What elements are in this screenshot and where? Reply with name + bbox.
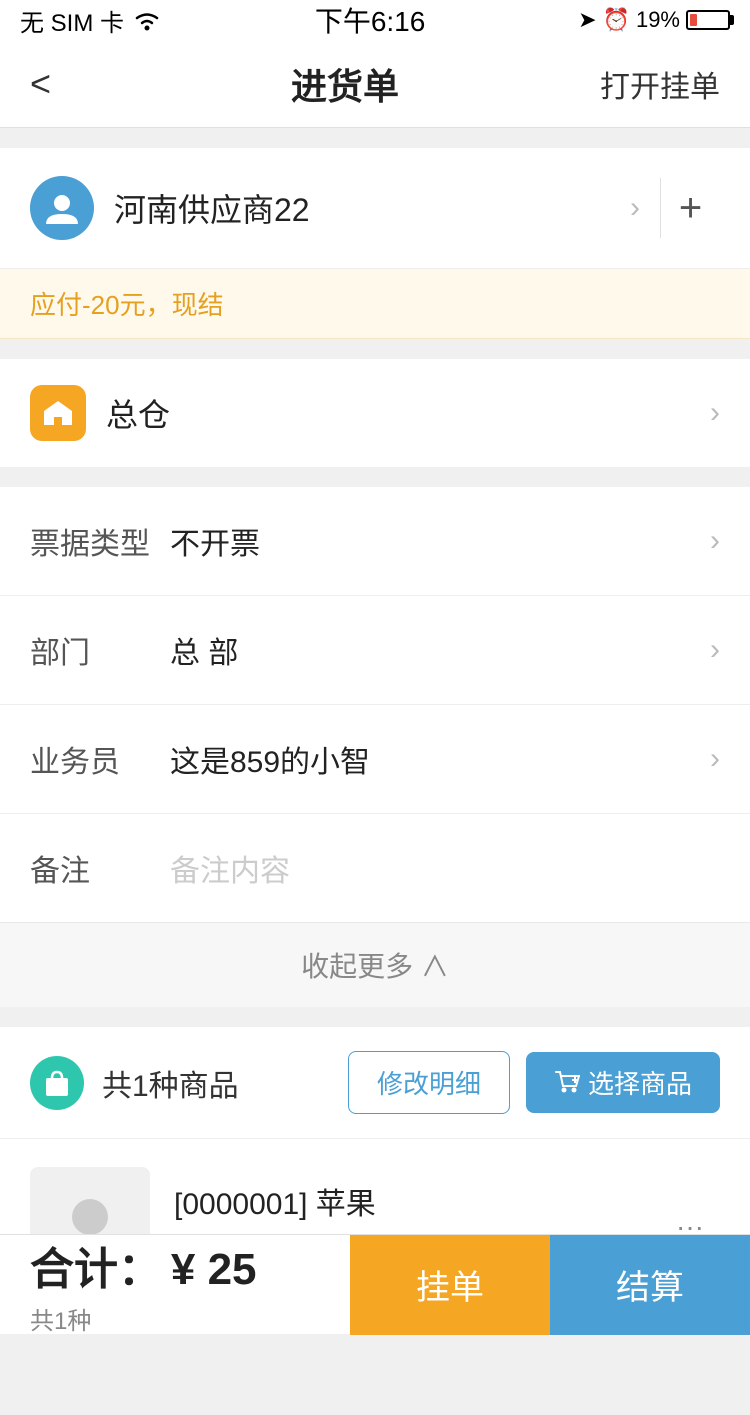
back-button[interactable]: < bbox=[30, 63, 90, 105]
salesman-chevron-icon: › bbox=[710, 742, 720, 776]
remark-row[interactable]: 备注 备注内容 bbox=[0, 814, 750, 922]
warehouse-chevron-icon: › bbox=[710, 396, 720, 430]
salesman-label: 业务员 bbox=[30, 737, 170, 781]
battery-percent: 19% bbox=[636, 7, 680, 33]
department-row[interactable]: 部门 总 部 › bbox=[0, 596, 750, 705]
location-icon: ➤ bbox=[578, 7, 596, 33]
department-chevron-icon: › bbox=[710, 633, 720, 667]
remark-label: 备注 bbox=[30, 846, 170, 890]
invoice-chevron-icon: › bbox=[710, 524, 720, 558]
products-count-label: 共1种商品 bbox=[102, 1061, 348, 1105]
status-time: 下午6:16 bbox=[315, 0, 426, 40]
nav-bar: < 进货单 打开挂单 bbox=[0, 40, 750, 128]
bottom-bar: 合计： ¥ 25 共1种 挂单 结算 bbox=[0, 1234, 750, 1334]
product-name: [0000001] 苹果 bbox=[174, 1179, 660, 1223]
product-code: [0000001] 苹果 bbox=[174, 1188, 376, 1221]
form-section: 票据类型 不开票 › 部门 总 部 › 业务员 这是859的小智 › 备注 备注… bbox=[0, 487, 750, 922]
carrier-label: 无 SIM 卡 bbox=[20, 3, 124, 38]
supplier-section: 河南供应商22 › + 应付-20元，现结 bbox=[0, 148, 750, 339]
total-sub-label: 共1种 bbox=[30, 1301, 320, 1336]
collapse-toggle[interactable]: 收起更多 ∧ bbox=[0, 922, 750, 1007]
total-area: 合计： ¥ 25 共1种 bbox=[0, 1233, 350, 1336]
alarm-icon: ⏰ bbox=[603, 7, 630, 33]
total-prefix-label: 合计： bbox=[30, 1245, 162, 1294]
shopping-bag-icon bbox=[42, 1068, 72, 1098]
checkout-button[interactable]: 结算 bbox=[550, 1235, 750, 1335]
salesman-value: 这是859的小智 bbox=[170, 737, 710, 781]
cart-icon bbox=[554, 1070, 580, 1096]
battery-icon bbox=[686, 10, 730, 30]
wifi-icon bbox=[132, 9, 162, 31]
supplier-row[interactable]: 河南供应商22 › + bbox=[0, 148, 750, 269]
invoice-type-row[interactable]: 票据类型 不开票 › bbox=[0, 487, 750, 596]
status-right: ➤ ⏰ 19% bbox=[578, 7, 730, 33]
supplier-name: 河南供应商22 bbox=[114, 185, 630, 231]
add-supplier-button[interactable]: + bbox=[660, 178, 720, 238]
supplier-chevron-icon: › bbox=[630, 191, 640, 225]
divider-1 bbox=[0, 339, 750, 359]
department-label: 部门 bbox=[30, 628, 170, 672]
page-title: 进货单 bbox=[291, 58, 399, 110]
department-value: 总 部 bbox=[170, 628, 710, 672]
select-product-button[interactable]: 选择商品 bbox=[526, 1052, 720, 1113]
open-pending-button[interactable]: 打开挂单 bbox=[600, 62, 720, 106]
warehouse-row[interactable]: 总仓 › bbox=[0, 359, 750, 467]
top-divider bbox=[0, 128, 750, 148]
products-icon bbox=[30, 1056, 84, 1110]
status-left: 无 SIM 卡 bbox=[20, 3, 162, 38]
warehouse-icon bbox=[30, 385, 86, 441]
warehouse-section: 总仓 › bbox=[0, 359, 750, 467]
modify-detail-button[interactable]: 修改明细 bbox=[348, 1051, 510, 1114]
person-icon bbox=[44, 190, 80, 226]
remark-input[interactable]: 备注内容 bbox=[170, 846, 720, 890]
products-header: 共1种商品 修改明细 选择商品 bbox=[0, 1027, 750, 1139]
salesman-row[interactable]: 业务员 这是859的小智 › bbox=[0, 705, 750, 814]
total-amount: ¥ 25 bbox=[171, 1245, 257, 1294]
select-product-label: 选择商品 bbox=[588, 1064, 692, 1101]
status-bar: 无 SIM 卡 下午6:16 ➤ ⏰ 19% bbox=[0, 0, 750, 40]
invoice-type-label: 票据类型 bbox=[30, 519, 170, 563]
payment-tip: 应付-20元，现结 bbox=[0, 269, 750, 339]
warehouse-name: 总仓 bbox=[106, 390, 710, 436]
house-icon bbox=[42, 397, 74, 429]
total-main: 合计： ¥ 25 bbox=[30, 1233, 320, 1297]
supplier-avatar bbox=[30, 176, 94, 240]
invoice-type-value: 不开票 bbox=[170, 519, 710, 563]
hang-order-button[interactable]: 挂单 bbox=[350, 1235, 550, 1335]
